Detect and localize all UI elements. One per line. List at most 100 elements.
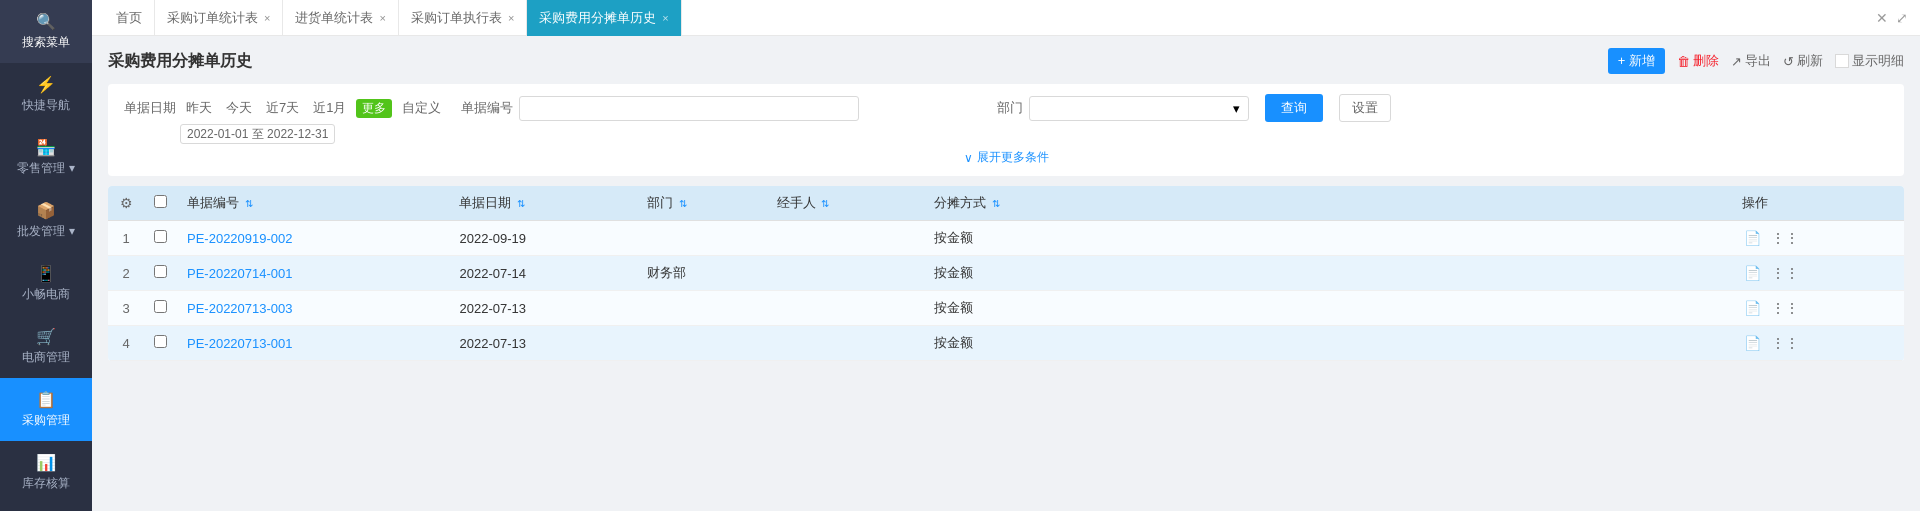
row-actions-3: 📄 ⋮⋮: [1732, 326, 1904, 361]
doc-no-input[interactable]: [519, 96, 859, 121]
col-action: 操作: [1732, 186, 1904, 221]
date-opt-7days[interactable]: 近7天: [262, 98, 303, 118]
doc-no-link-2[interactable]: PE-20220713-003: [187, 301, 293, 316]
row-more-icon-1[interactable]: ⋮⋮: [1769, 263, 1801, 283]
tab-label-purchase-cost-history: 采购费用分摊单历史: [539, 0, 656, 36]
doc-no-link-0[interactable]: PE-20220919-002: [187, 231, 293, 246]
row-dept-2: [637, 291, 766, 326]
date-label: 单据日期: [124, 99, 176, 117]
sidebar-item-ecommerce[interactable]: 🛒电商管理: [0, 315, 92, 378]
sort-handler-icon[interactable]: ⇅: [821, 198, 829, 209]
sidebar-label-inventory: 库存核算: [22, 476, 70, 490]
row-num-0: 1: [108, 221, 144, 256]
row-doc-no-0: PE-20220919-002: [177, 221, 449, 256]
tab-purchase-order-stat[interactable]: 采购订单统计表×: [155, 0, 283, 36]
row-more-icon-3[interactable]: ⋮⋮: [1769, 333, 1801, 353]
row-doc-date-3: 2022-07-13: [449, 326, 637, 361]
doc-no-link-1[interactable]: PE-20220714-001: [187, 266, 293, 281]
row-split-method-1: 按金额: [924, 256, 1732, 291]
show-columns-toggle[interactable]: 显示明细: [1835, 52, 1904, 70]
row-num-1: 2: [108, 256, 144, 291]
expand-more-conditions[interactable]: ∨ 展开更多条件: [124, 149, 1888, 166]
row-num-3: 4: [108, 326, 144, 361]
sidebar-icon-purchase: 📋: [0, 390, 92, 409]
add-button[interactable]: + 新增: [1608, 48, 1665, 74]
dept-filter: 部门 ▾: [997, 96, 1249, 121]
tab-inbound-stat[interactable]: 进货单统计表×: [283, 0, 398, 36]
table-row: 3 PE-20220713-003 2022-07-13 按金额 📄 ⋮⋮: [108, 291, 1904, 326]
row-more-icon-2[interactable]: ⋮⋮: [1769, 298, 1801, 318]
sort-dept-icon[interactable]: ⇅: [679, 198, 687, 209]
maximize-icon[interactable]: ⤢: [1896, 10, 1908, 26]
row-dept-3: [637, 326, 766, 361]
delete-button[interactable]: 🗑 删除: [1677, 52, 1719, 70]
col-split-method-label: 分摊方式: [934, 195, 986, 210]
row-handler-1: [767, 256, 925, 291]
sidebar-item-mini[interactable]: 📱小畅电商: [0, 252, 92, 315]
col-settings: ⚙: [108, 186, 144, 221]
sort-split-method-icon[interactable]: ⇅: [992, 198, 1000, 209]
row-checkbox-0: [144, 221, 177, 256]
tab-label-purchase-order-exec: 采购订单执行表: [411, 0, 502, 36]
row-select-0[interactable]: [154, 230, 167, 243]
row-action-icons-2: 📄 ⋮⋮: [1742, 298, 1894, 318]
row-edit-icon-2[interactable]: 📄: [1742, 298, 1763, 318]
col-handler-label: 经手人: [777, 195, 816, 210]
tab-close-purchase-order-exec[interactable]: ×: [508, 0, 514, 36]
refresh-button[interactable]: ↺ 刷新: [1783, 52, 1823, 70]
export-icon: ↗: [1731, 54, 1742, 69]
row-select-1[interactable]: [154, 265, 167, 278]
row-doc-date-1: 2022-07-14: [449, 256, 637, 291]
doc-no-label: 单据编号: [461, 99, 513, 117]
tab-close-inbound-stat[interactable]: ×: [379, 0, 385, 36]
row-doc-no-3: PE-20220713-001: [177, 326, 449, 361]
sidebar-item-shortcuts[interactable]: ⚡快捷导航: [0, 63, 92, 126]
sidebar-item-purchase[interactable]: 📋采购管理: [0, 378, 92, 441]
tab-purchase-cost-history[interactable]: 采购费用分摊单历史×: [527, 0, 681, 36]
export-button[interactable]: ↗ 导出: [1731, 52, 1771, 70]
filter-settings-button[interactable]: 设置: [1339, 94, 1391, 122]
sidebar-item-wholesale[interactable]: 📦批发管理 ▾: [0, 189, 92, 252]
tab-close-purchase-cost-history[interactable]: ×: [662, 0, 668, 36]
row-edit-icon-0[interactable]: 📄: [1742, 228, 1763, 248]
gear-icon[interactable]: ⚙: [120, 195, 133, 211]
sidebar-item-retail[interactable]: 🏪零售管理 ▾: [0, 126, 92, 189]
sidebar-label-mini: 小畅电商: [22, 287, 70, 301]
page-content: 采购费用分摊单历史 + 新增 🗑 删除 ↗ 导出 ↺ 刷新 显示明细: [92, 36, 1920, 511]
date-opt-1month[interactable]: 近1月: [309, 98, 350, 118]
date-range-value[interactable]: 2022-01-01 至 2022-12-31: [180, 124, 335, 144]
row-dept-0: [637, 221, 766, 256]
sidebar-item-inventory[interactable]: 📊库存核算: [0, 441, 92, 504]
row-edit-icon-3[interactable]: 📄: [1742, 333, 1763, 353]
row-select-2[interactable]: [154, 300, 167, 313]
select-all-checkbox[interactable]: [154, 195, 167, 208]
row-action-icons-0: 📄 ⋮⋮: [1742, 228, 1894, 248]
row-actions-0: 📄 ⋮⋮: [1732, 221, 1904, 256]
row-edit-icon-1[interactable]: 📄: [1742, 263, 1763, 283]
sidebar-icon-shortcuts: ⚡: [0, 75, 92, 94]
sidebar-item-search[interactable]: 🔍搜索菜单: [0, 0, 92, 63]
close-window-icon[interactable]: ✕: [1876, 10, 1888, 26]
tab-purchase-order-exec[interactable]: 采购订单执行表×: [399, 0, 527, 36]
date-opt-custom[interactable]: 自定义: [398, 98, 445, 118]
tab-close-purchase-order-stat[interactable]: ×: [264, 0, 270, 36]
doc-no-link-3[interactable]: PE-20220713-001: [187, 336, 293, 351]
date-opt-more[interactable]: 更多: [356, 99, 392, 118]
sidebar-item-finance[interactable]: 💰资金管理: [0, 504, 92, 511]
date-opt-yesterday[interactable]: 昨天: [182, 98, 216, 118]
row-select-3[interactable]: [154, 335, 167, 348]
row-split-method-0: 按金额: [924, 221, 1732, 256]
row-action-icons-3: 📄 ⋮⋮: [1742, 333, 1894, 353]
row-more-icon-0[interactable]: ⋮⋮: [1769, 228, 1801, 248]
query-button[interactable]: 查询: [1265, 94, 1323, 122]
col-doc-no-label: 单据编号: [187, 195, 239, 210]
table-row: 1 PE-20220919-002 2022-09-19 按金额 📄 ⋮⋮: [108, 221, 1904, 256]
sort-doc-date-icon[interactable]: ⇅: [517, 198, 525, 209]
dept-select[interactable]: ▾: [1029, 96, 1249, 121]
sidebar-icon-retail: 🏪: [0, 138, 92, 157]
date-opt-today[interactable]: 今天: [222, 98, 256, 118]
tab-home[interactable]: 首页: [104, 0, 155, 36]
tab-label-inbound-stat: 进货单统计表: [295, 0, 373, 36]
row-doc-no-2: PE-20220713-003: [177, 291, 449, 326]
sort-doc-no-icon[interactable]: ⇅: [245, 198, 253, 209]
